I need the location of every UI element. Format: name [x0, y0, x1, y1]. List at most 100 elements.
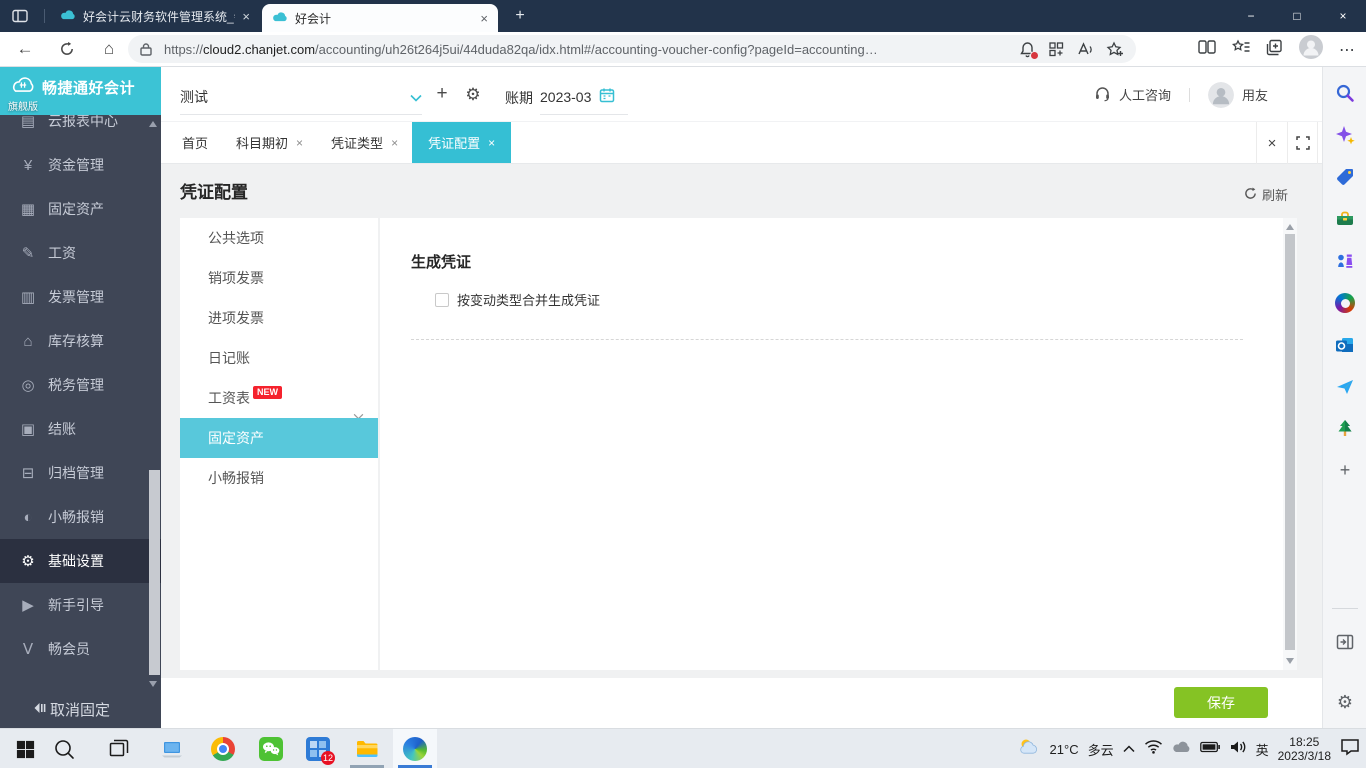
period-picker[interactable]: 2023-03 — [540, 79, 628, 115]
sidebar-item-salary[interactable]: ✎ 工资 — [0, 231, 161, 275]
tab-voucher-type[interactable]: 凭证类型 × — [317, 122, 412, 163]
workspaces-icon[interactable] — [12, 8, 28, 29]
browser-tab-active[interactable]: 好会计 × — [262, 4, 498, 32]
file-explorer-icon[interactable] — [355, 737, 379, 761]
sidebar-item-settings[interactable]: ⚙ 基础设置 — [0, 539, 161, 583]
submenu-item-purchase-invoice[interactable]: 进项发票 — [180, 298, 378, 338]
onedrive-icon[interactable] — [1172, 740, 1191, 758]
support-link[interactable]: 人工咨询 — [1119, 85, 1171, 104]
address-bar[interactable]: https://cloud2.chanjet.com/accounting/uh… — [128, 35, 1136, 63]
tab-close-icon[interactable]: × — [242, 9, 250, 24]
submenu-item-reimburse[interactable]: 小畅报销 — [180, 458, 378, 498]
split-screen-icon[interactable] — [1198, 39, 1216, 60]
close-all-tabs-button[interactable]: × — [1256, 122, 1287, 164]
outlook-icon[interactable] — [1333, 333, 1357, 357]
drop-icon[interactable] — [1333, 375, 1357, 399]
scrollbar-thumb[interactable] — [1285, 234, 1295, 650]
tab-close-icon[interactable]: × — [480, 11, 488, 26]
submenu-item-common-options[interactable]: 公共选项 — [180, 218, 378, 258]
submenu-item-journal[interactable]: 日记账 — [180, 338, 378, 378]
checkbox[interactable] — [435, 292, 449, 307]
input-lang-indicator[interactable]: 英 — [1256, 740, 1269, 759]
home-button[interactable]: ⌂ — [98, 39, 120, 59]
rail-add-icon[interactable]: + — [1333, 458, 1357, 482]
save-button[interactable]: 保存 — [1174, 687, 1268, 718]
sidebar-item-reimburse[interactable]: ◐ 小畅报销 — [0, 495, 161, 539]
scroll-up-button[interactable] — [1286, 224, 1294, 230]
user-avatar[interactable] — [1207, 81, 1234, 108]
browser-tab-inactive[interactable]: 好会计云财务软件管理系统_会计 × — [52, 0, 258, 32]
tab-close-icon[interactable]: × — [488, 136, 495, 150]
shopping-icon[interactable] — [1333, 165, 1357, 189]
sidebar-item-inventory[interactable]: ⌂ 库存核算 — [0, 319, 161, 363]
wifi-icon[interactable] — [1144, 739, 1163, 759]
sidebar-item-funds[interactable]: ¥ 资金管理 — [0, 143, 161, 187]
maximize-button[interactable]: □ — [1274, 0, 1320, 32]
notifications-blocked-icon[interactable] — [1019, 41, 1039, 60]
chrome-icon[interactable] — [211, 737, 235, 761]
weather-icon[interactable] — [1017, 736, 1041, 763]
profile-avatar[interactable] — [1299, 35, 1323, 64]
office-icon[interactable] — [1333, 291, 1357, 315]
tab-subject-opening[interactable]: 科目期初 × — [222, 122, 317, 163]
more-menu-icon[interactable]: ⋯ — [1339, 40, 1356, 60]
games-icon[interactable] — [1333, 249, 1357, 273]
sidebar-item-invoice[interactable]: ▥ 发票管理 — [0, 275, 161, 319]
tab-close-icon[interactable]: × — [296, 136, 303, 150]
sidebar-item-guide[interactable]: ▶ 新手引导 — [0, 583, 161, 627]
sidebar-scrollbar-thumb[interactable] — [149, 470, 160, 675]
submenu-item-sales-invoice[interactable]: 销项发票 — [180, 258, 378, 298]
sidebar-item-closing[interactable]: ▣ 结账 — [0, 407, 161, 451]
sidebar-scroll-up-button[interactable] — [149, 121, 157, 127]
tray-expand-icon[interactable] — [1123, 740, 1135, 758]
taskbar-search-button[interactable] — [52, 737, 76, 761]
new-tab-button[interactable]: + — [510, 6, 530, 26]
submenu-item-fixed-assets[interactable]: 固定资产 — [180, 418, 378, 458]
scroll-down-button[interactable] — [1286, 658, 1294, 664]
read-aloud-icon[interactable] — [1077, 41, 1094, 58]
sidebar-item-report-center[interactable]: ▤ 云报表中心 — [0, 115, 161, 143]
copilot-icon[interactable] — [1333, 123, 1357, 147]
tools-icon[interactable] — [1333, 207, 1357, 231]
start-button[interactable] — [13, 737, 37, 761]
submenu-item-salary-sheet[interactable]: 工资表 NEW — [180, 378, 378, 420]
action-center-icon[interactable] — [1340, 738, 1360, 761]
tab-close-icon[interactable]: × — [391, 136, 398, 150]
tree-icon[interactable] — [1333, 416, 1357, 440]
account-select[interactable]: 测试 — [180, 79, 422, 115]
panel-toggle-icon[interactable] — [1333, 630, 1357, 654]
apps-grid-icon[interactable] — [1048, 41, 1065, 58]
url-text[interactable]: https://cloud2.chanjet.com/accounting/uh… — [164, 42, 1007, 57]
content-scrollbar[interactable] — [1283, 218, 1297, 670]
sidebar-item-tax[interactable]: ◎ 税务管理 — [0, 363, 161, 407]
favorites-icon[interactable] — [1232, 39, 1250, 60]
tab-home[interactable]: 首页 — [168, 122, 222, 163]
close-button[interactable]: × — [1320, 0, 1366, 32]
sidebar-item-member[interactable]: Ⅴ 畅会员 — [0, 627, 161, 671]
edge-icon[interactable] — [403, 737, 427, 761]
collections-icon[interactable] — [1266, 39, 1283, 61]
add-account-button[interactable]: + — [433, 84, 451, 104]
add-favorite-icon[interactable] — [1106, 40, 1124, 58]
sidebar-item-archive[interactable]: ⊟ 归档管理 — [0, 451, 161, 495]
grid-app-icon[interactable]: 12 — [306, 737, 335, 765]
tab-voucher-config[interactable]: 凭证配置 × — [412, 122, 512, 163]
back-button[interactable]: ← — [14, 39, 36, 59]
merge-voucher-option[interactable]: 按变动类型合并生成凭证 — [435, 290, 600, 309]
sidebar-item-fixed-assets[interactable]: ▦ 固定资产 — [0, 187, 161, 231]
weather-desc[interactable]: 多云 — [1088, 740, 1114, 759]
weather-temp[interactable]: 21°C — [1050, 742, 1079, 757]
clock[interactable]: 18:25 2023/3/18 — [1278, 735, 1331, 763]
minimize-button[interactable]: − — [1228, 0, 1274, 32]
unpin-sidebar-button[interactable]: 取消固定 — [32, 699, 110, 720]
search-icon[interactable] — [1333, 81, 1357, 105]
refresh-button[interactable]: 刷新 — [1244, 185, 1288, 204]
reload-button[interactable] — [56, 41, 78, 62]
account-settings-icon[interactable]: ⚙ — [464, 85, 482, 105]
user-name[interactable]: 用友 — [1242, 85, 1268, 104]
wechat-icon[interactable] — [259, 737, 283, 761]
task-view-button[interactable] — [107, 737, 131, 761]
fullscreen-button[interactable] — [1287, 122, 1318, 164]
sidebar-scroll-down-button[interactable] — [149, 681, 157, 687]
rail-settings-icon[interactable]: ⚙ — [1333, 690, 1357, 714]
